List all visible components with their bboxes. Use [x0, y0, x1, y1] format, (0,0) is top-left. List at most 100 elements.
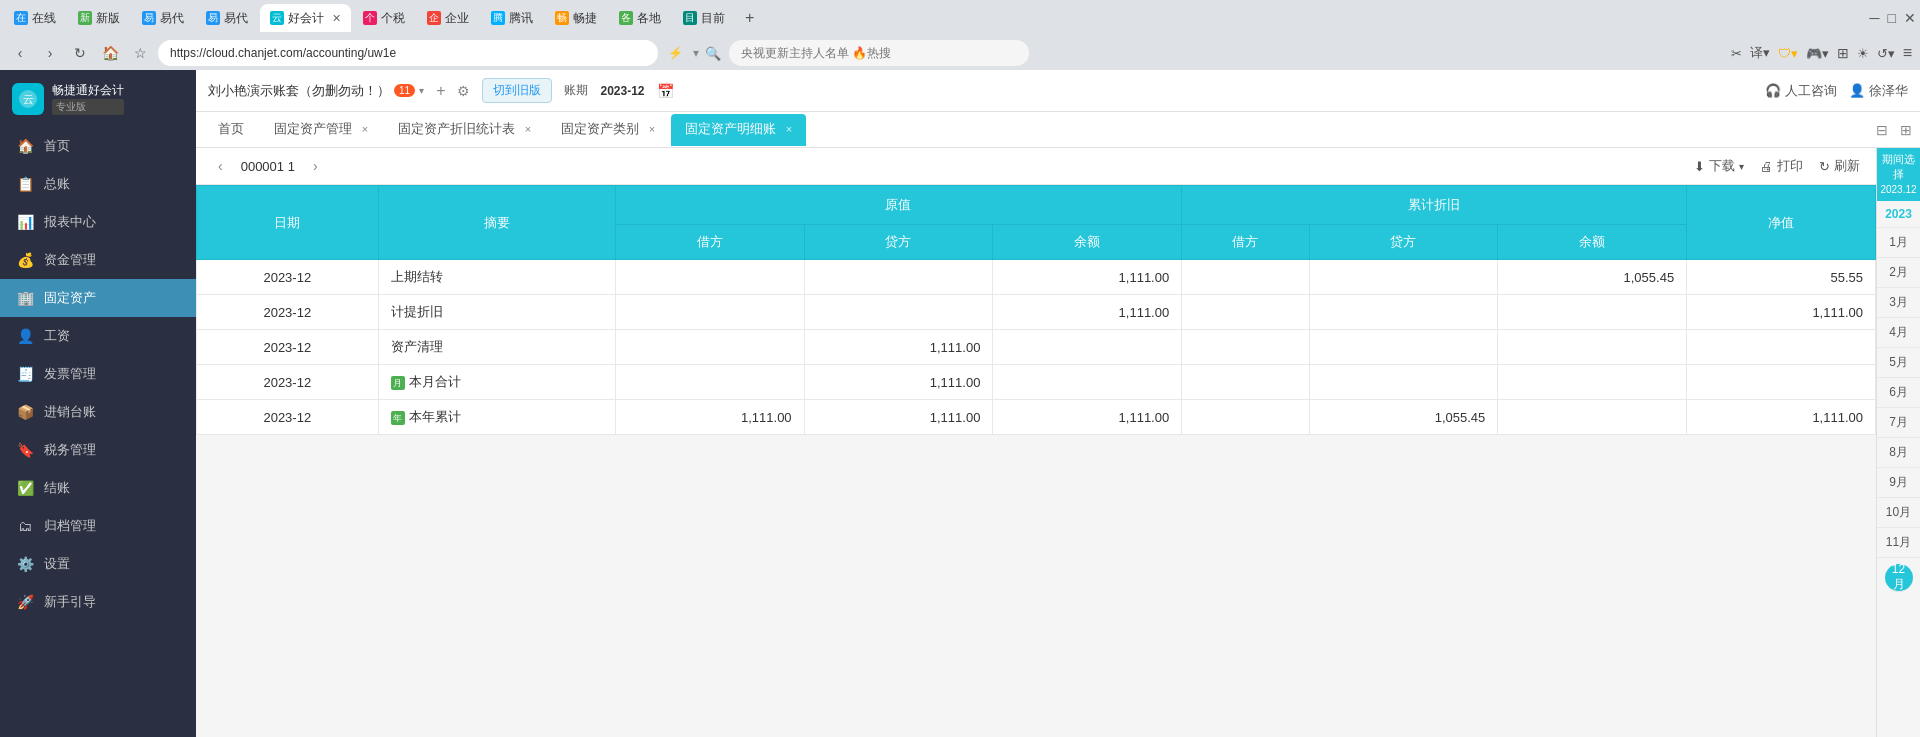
- cell-acc-balance: [1498, 365, 1687, 400]
- tab-expand-icon[interactable]: ⊞: [1900, 122, 1912, 138]
- sidebar-item-salary[interactable]: 👤 工资: [0, 317, 196, 355]
- bookmark-button[interactable]: ☆: [128, 41, 152, 65]
- tab-fixed-asset-category-label: 固定资产类别: [561, 121, 639, 136]
- period-month-11[interactable]: 11月: [1877, 528, 1920, 558]
- switch-version-button[interactable]: 切到旧版: [482, 78, 552, 103]
- shield-icon: 🛡▾: [1778, 46, 1798, 61]
- period-month-10[interactable]: 10月: [1877, 498, 1920, 528]
- tab-在线[interactable]: 在 在线: [4, 4, 66, 32]
- tab-fixed-asset-detail[interactable]: 固定资产明细账 ×: [671, 114, 806, 146]
- add-icon[interactable]: +: [436, 82, 445, 100]
- sidebar-item-funds[interactable]: 💰 资金管理: [0, 241, 196, 279]
- tab-畅捷[interactable]: 畅 畅捷: [545, 4, 607, 32]
- tab-好会计[interactable]: 云 好会计 ✕: [260, 4, 351, 32]
- tab-fixed-asset-category-close[interactable]: ×: [649, 123, 655, 135]
- user-avatar[interactable]: 👤 徐泽华: [1849, 82, 1908, 100]
- window-minimize[interactable]: ─: [1870, 10, 1880, 26]
- company-selector[interactable]: 刘小艳演示账套（勿删勿动！） 11 ▾: [208, 82, 424, 100]
- tab-易代2[interactable]: 易 易代: [196, 4, 258, 32]
- game-icon: 🎮▾: [1806, 46, 1829, 61]
- refresh-button[interactable]: ↻ 刷新: [1819, 157, 1860, 175]
- tab-各地[interactable]: 各 各地: [609, 4, 671, 32]
- tab-目前[interactable]: 目 目前: [673, 4, 735, 32]
- table-container: 日期 摘要 原值 累计折旧 净值 借方 贷方 余额 借方: [196, 185, 1876, 737]
- sidebar-item-archive[interactable]: 🗂 归档管理: [0, 507, 196, 545]
- cell-net-value: 1,111.00: [1687, 400, 1876, 435]
- sidebar-item-tax[interactable]: 🔖 税务管理: [0, 431, 196, 469]
- tab-fixed-asset-depreciation-label: 固定资产折旧统计表: [398, 121, 515, 136]
- sidebar-item-fixed-assets[interactable]: 🏢 固定资产: [0, 279, 196, 317]
- cell-acc-credit: [1309, 260, 1498, 295]
- notification-badge: 11: [394, 84, 415, 97]
- brightness-icon: ☀: [1857, 46, 1869, 61]
- sidebar-item-guide[interactable]: 🚀 新手引导: [0, 583, 196, 621]
- tab-新版[interactable]: 新 新版: [68, 4, 130, 32]
- period-month-9[interactable]: 9月: [1877, 468, 1920, 498]
- user-name: 徐泽华: [1869, 82, 1908, 100]
- content-area: ‹ 000001 1 › ⬇ 下载 ▾ 🖨 打印: [196, 148, 1920, 737]
- cell-orig-balance: 1,111.00: [993, 260, 1182, 295]
- tab-企业[interactable]: 企 企业: [417, 4, 479, 32]
- sidebar-item-invoice[interactable]: 🧾 发票管理: [0, 355, 196, 393]
- address-input[interactable]: [158, 40, 658, 66]
- period-month-12[interactable]: 12月: [1885, 564, 1913, 592]
- tab-collapse-icon[interactable]: ⊟: [1876, 122, 1888, 138]
- period-month-8[interactable]: 8月: [1877, 438, 1920, 468]
- sidebar-item-label-fixed-assets: 固定资产: [44, 289, 96, 307]
- next-record-button[interactable]: ›: [307, 156, 324, 176]
- tab-fixed-asset-mgmt[interactable]: 固定资产管理 ×: [260, 114, 382, 146]
- window-maximize[interactable]: □: [1888, 10, 1896, 26]
- print-button[interactable]: 🖨 打印: [1760, 157, 1803, 175]
- tab-fixed-asset-depreciation[interactable]: 固定资产折旧统计表 ×: [384, 114, 545, 146]
- sidebar-item-closing[interactable]: ✅ 结账: [0, 469, 196, 507]
- period-month-7[interactable]: 7月: [1877, 408, 1920, 438]
- cell-orig-balance: 1,111.00: [993, 295, 1182, 330]
- tab-fixed-asset-detail-close[interactable]: ×: [786, 123, 792, 135]
- cell-acc-debit: [1182, 330, 1309, 365]
- tab-易代1[interactable]: 易 易代: [132, 4, 194, 32]
- period-month-3[interactable]: 3月: [1877, 288, 1920, 318]
- sidebar-item-home[interactable]: 🏠 首页: [0, 127, 196, 165]
- sidebar-item-inventory[interactable]: 📦 进销台账: [0, 393, 196, 431]
- new-tab-button[interactable]: +: [737, 9, 762, 27]
- home-button[interactable]: 🏠: [98, 41, 122, 65]
- period-month-5[interactable]: 5月: [1877, 348, 1920, 378]
- forward-button[interactable]: ›: [38, 41, 62, 65]
- search-icon: 🔍: [705, 46, 721, 61]
- tab-fixed-asset-category[interactable]: 固定资产类别 ×: [547, 114, 669, 146]
- download-button[interactable]: ⬇ 下载 ▾: [1694, 157, 1744, 175]
- prev-record-button[interactable]: ‹: [212, 156, 229, 176]
- back-button[interactable]: ‹: [8, 41, 32, 65]
- sidebar-item-ledger[interactable]: 📋 总账: [0, 165, 196, 203]
- svg-text:云: 云: [23, 93, 34, 105]
- archive-icon: 🗂: [16, 517, 34, 535]
- sidebar-item-settings[interactable]: ⚙️ 设置: [0, 545, 196, 583]
- search-input[interactable]: [729, 40, 1029, 66]
- table-row: 2023-12 月本月合计 1,111.00: [197, 365, 1876, 400]
- cell-orig-debit: [615, 330, 804, 365]
- period-month-2[interactable]: 2月: [1877, 258, 1920, 288]
- window-close[interactable]: ✕: [1904, 10, 1916, 26]
- tab-fixed-asset-depreciation-close[interactable]: ×: [525, 123, 531, 135]
- period-month-4[interactable]: 4月: [1877, 318, 1920, 348]
- period-year-2023[interactable]: 2023: [1877, 201, 1920, 228]
- sidebar-item-reports[interactable]: 📊 报表中心: [0, 203, 196, 241]
- tab-home[interactable]: 首页: [204, 114, 258, 146]
- period-month-6[interactable]: 6月: [1877, 378, 1920, 408]
- sidebar-item-label-settings: 设置: [44, 555, 70, 573]
- cell-orig-debit: 1,111.00: [615, 400, 804, 435]
- period-month-1[interactable]: 1月: [1877, 228, 1920, 258]
- tab-个税[interactable]: 个 个税: [353, 4, 415, 32]
- search-bar: 🔍: [705, 40, 1725, 66]
- help-button[interactable]: 🎧 人工咨询: [1765, 82, 1837, 100]
- browser-chrome: 在 在线 新 新版 易 易代 易 易代 云 好会计 ✕ 个 个税 企 企业 腾: [0, 0, 1920, 70]
- cell-orig-credit: 1,111.00: [804, 400, 993, 435]
- settings-gear-icon[interactable]: ⚙: [457, 83, 470, 99]
- tab-腾讯[interactable]: 腾 腾讯: [481, 4, 543, 32]
- menu-icon[interactable]: ≡: [1903, 44, 1912, 62]
- reload-button[interactable]: ↻: [68, 41, 92, 65]
- cell-acc-credit: [1309, 330, 1498, 365]
- period-value: 2023-12: [600, 84, 644, 98]
- tab-fixed-asset-mgmt-close[interactable]: ×: [362, 123, 368, 135]
- tab-home-label: 首页: [218, 121, 244, 136]
